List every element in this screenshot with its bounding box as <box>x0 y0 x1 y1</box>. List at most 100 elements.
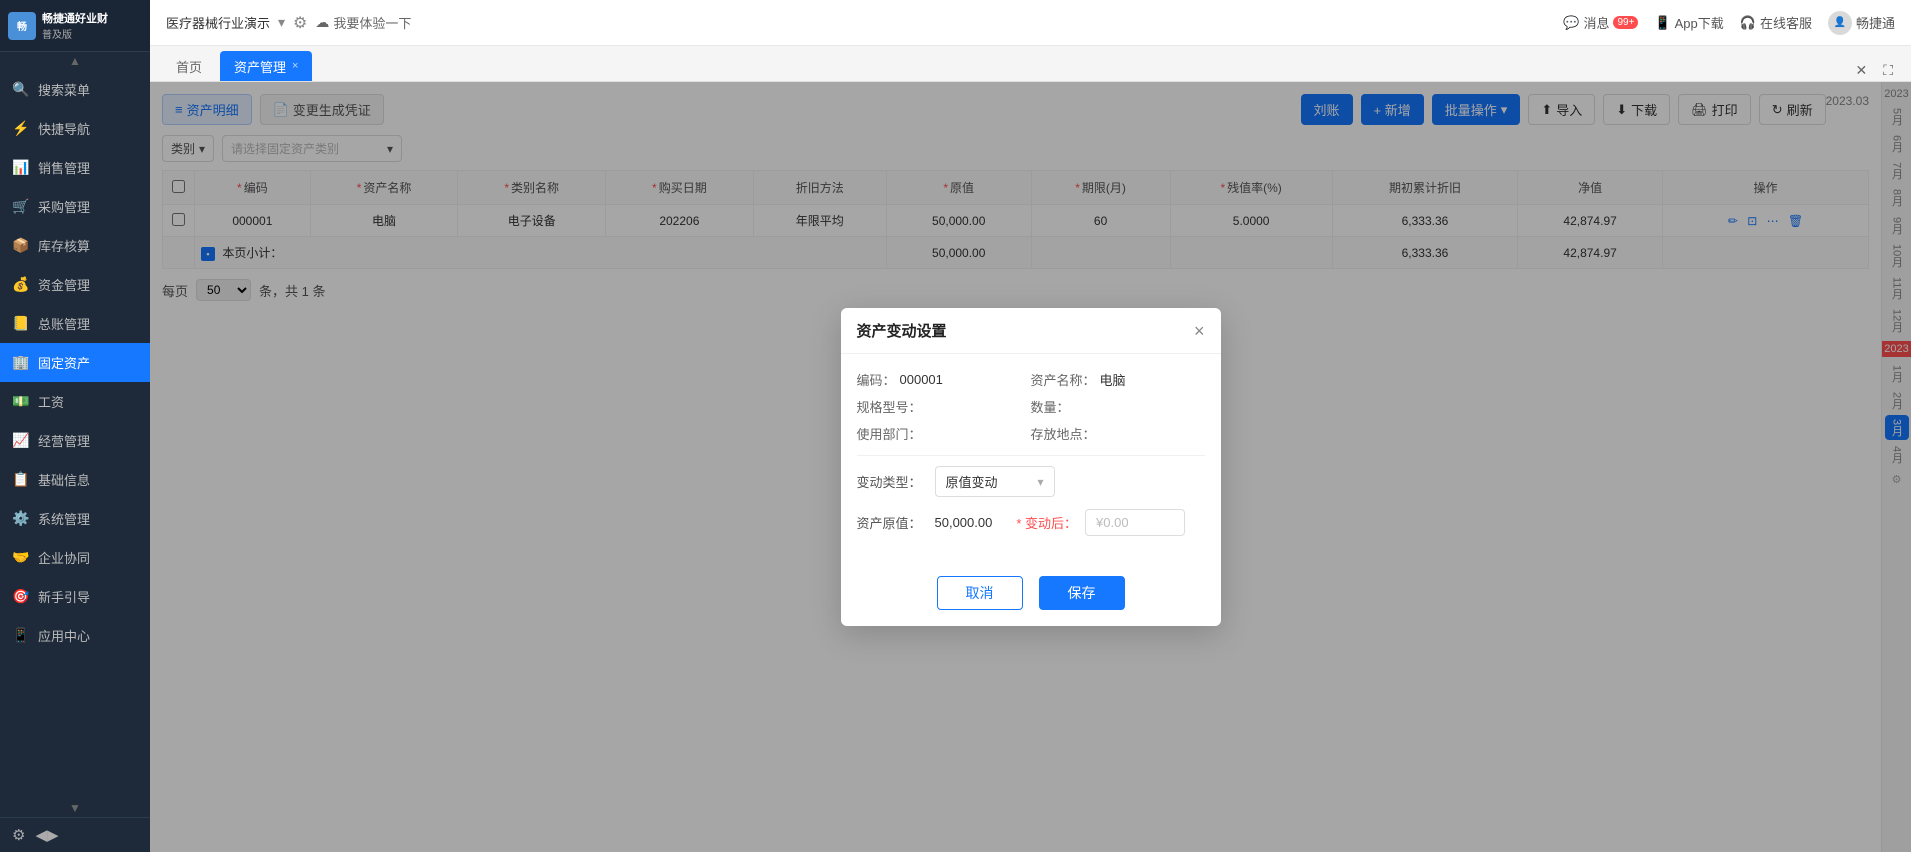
modal-dept-label: 使用部门： <box>857 424 922 443</box>
messages-label: 消息 <box>1583 13 1609 32</box>
company-name[interactable]: 医疗器械行业演示 <box>166 13 270 32</box>
username-label: 畅捷通 <box>1856 13 1895 32</box>
scroll-down-button[interactable]: ▼ <box>69 801 81 815</box>
modal-value-row: 资产原值： 50,000.00 * 变动后： <box>857 509 1205 536</box>
message-icon: 💬 <box>1563 15 1579 31</box>
sidebar-item-quick-nav[interactable]: ⚡ 快捷导航 <box>0 109 150 148</box>
payroll-icon: 💵 <box>12 393 30 411</box>
sidebar-item-system[interactable]: ⚙️ 系统管理 <box>0 499 150 538</box>
dropdown-arrow-icon[interactable]: ▾ <box>278 14 285 31</box>
modal-quantity-row: 数量： <box>1031 397 1205 416</box>
modal-close-button[interactable]: × <box>1194 322 1205 340</box>
modal-spec-label: 规格型号： <box>857 397 922 416</box>
search-icon: 🔍 <box>12 81 30 99</box>
sidebar-label-purchase: 采购管理 <box>38 197 90 216</box>
fixed-assets-icon: 🏢 <box>12 354 30 372</box>
tab-asset-management[interactable]: 资产管理 × <box>220 51 312 81</box>
sidebar-item-basic-info[interactable]: 📋 基础信息 <box>0 460 150 499</box>
sidebar-label-system: 系统管理 <box>38 509 90 528</box>
scroll-down-area: ▼ <box>0 799 150 817</box>
modal-change-type-value: 原值变动 <box>946 472 998 491</box>
main-area: 医疗器械行业演示 ▾ ⚙ ☁ 我要体验一下 💬 消息 99+ 📱 App下载 🎧… <box>150 0 1911 852</box>
system-icon: ⚙️ <box>12 510 30 528</box>
modal-spec-row: 规格型号： <box>857 397 1031 416</box>
modal-change-type-row: 变动类型： 原值变动 ▾ <box>857 466 1205 497</box>
tab-home[interactable]: 首页 <box>162 51 216 81</box>
sidebar-item-app-center[interactable]: 📱 应用中心 <box>0 616 150 655</box>
modal-name-row: 资产名称： 电脑 <box>1031 370 1205 389</box>
window-close-button[interactable]: ✕ <box>1849 60 1873 81</box>
sidebar-footer: ⚙ ◀▶ <box>0 817 150 852</box>
modal-original-value-label: 资产原值： <box>857 513 927 532</box>
modal-header: 资产变动设置 × <box>841 308 1221 354</box>
messages-badge: 99+ <box>1613 16 1638 29</box>
sidebar-item-purchase[interactable]: 🛒 采购管理 <box>0 187 150 226</box>
sidebar-label-finance: 资金管理 <box>38 275 90 294</box>
topbar-left: 医疗器械行业演示 ▾ ⚙ ☁ 我要体验一下 <box>166 13 1551 33</box>
change-type-chevron-icon: ▾ <box>1037 475 1043 489</box>
window-controls: ✕ ⛶ <box>1849 60 1899 81</box>
sidebar: 畅 畅捷通好业财 普及版 ▲ 🔍 搜索菜单 ⚡ 快捷导航 📊 销售管理 🛒 采购… <box>0 0 150 852</box>
enterprise-icon: 🤝 <box>12 549 30 567</box>
basic-info-icon: 📋 <box>12 471 30 489</box>
sidebar-label-inventory: 库存核算 <box>38 236 90 255</box>
sidebar-label-search: 搜索菜单 <box>38 80 90 99</box>
experience-button[interactable]: ☁ 我要体验一下 <box>315 13 411 32</box>
collapse-icon[interactable]: ◀▶ <box>35 826 58 844</box>
logo-main-text: 畅捷通好业财 <box>42 10 108 26</box>
modal-after-change-input[interactable] <box>1085 509 1185 536</box>
modal-cancel-button[interactable]: 取消 <box>937 576 1023 610</box>
ledger-icon: 📒 <box>12 315 30 333</box>
sidebar-item-fixed-assets[interactable]: 🏢 固定资产 <box>0 343 150 382</box>
app-download-button[interactable]: 📱 App下载 <box>1654 13 1723 32</box>
modal-location-label: 存放地点： <box>1031 424 1096 443</box>
sidebar-header: 畅 畅捷通好业财 普及版 <box>0 0 150 52</box>
finance-icon: 💰 <box>12 276 30 294</box>
window-maximize-button[interactable]: ⛶ <box>1877 60 1899 81</box>
purchase-icon: 🛒 <box>12 198 30 216</box>
sidebar-label-guide: 新手引导 <box>38 587 90 606</box>
sidebar-item-sales[interactable]: 📊 销售管理 <box>0 148 150 187</box>
sidebar-item-enterprise[interactable]: 🤝 企业协同 <box>0 538 150 577</box>
logo-icon: 畅 <box>8 12 36 40</box>
sidebar-item-search[interactable]: 🔍 搜索菜单 <box>0 70 150 109</box>
scroll-up-button[interactable]: ▲ <box>69 54 81 68</box>
sidebar-item-finance[interactable]: 💰 资金管理 <box>0 265 150 304</box>
user-avatar: 👤 <box>1828 11 1852 35</box>
modal-location-row: 存放地点： <box>1031 424 1205 443</box>
sidebar-nav: 🔍 搜索菜单 ⚡ 快捷导航 📊 销售管理 🛒 采购管理 📦 库存核算 💰 资金管… <box>0 70 150 799</box>
modal-name-value: 电脑 <box>1100 370 1126 389</box>
modal-change-type-select[interactable]: 原值变动 ▾ <box>935 466 1055 497</box>
headset-icon: 🎧 <box>1740 15 1756 31</box>
modal-body: 编码： 000001 资产名称： 电脑 规格型号： 数量： <box>841 354 1221 564</box>
modal-overlay: 资产变动设置 × 编码： 000001 资产名称： 电脑 <box>150 82 1911 852</box>
sidebar-label-quick-nav: 快捷导航 <box>38 119 90 138</box>
sidebar-item-inventory[interactable]: 📦 库存核算 <box>0 226 150 265</box>
modal-save-button[interactable]: 保存 <box>1039 576 1125 610</box>
content-area: 2023.03 ≡ 资产明细 📄 变更生成凭证 刘账 <box>150 82 1911 852</box>
tabs-bar: 首页 资产管理 × ✕ ⛶ <box>150 46 1911 82</box>
online-service-button[interactable]: 🎧 在线客服 <box>1740 13 1812 32</box>
sidebar-item-payroll[interactable]: 💵 工资 <box>0 382 150 421</box>
messages-button[interactable]: 💬 消息 99+ <box>1563 13 1638 32</box>
sidebar-label-ledger: 总账管理 <box>38 314 90 333</box>
asset-change-modal: 资产变动设置 × 编码： 000001 资产名称： 电脑 <box>841 308 1221 626</box>
tab-home-label: 首页 <box>176 57 202 76</box>
tab-close-icon[interactable]: × <box>292 60 298 72</box>
sidebar-item-guide[interactable]: 🎯 新手引导 <box>0 577 150 616</box>
app-download-label: App下载 <box>1675 13 1724 32</box>
modal-after-change-label: * 变动后： <box>1016 513 1077 532</box>
experience-label: 我要体验一下 <box>333 13 411 32</box>
quicknav-icon: ⚡ <box>12 120 30 138</box>
phone-icon: 📱 <box>1654 15 1670 31</box>
operations-icon: 📈 <box>12 432 30 450</box>
sidebar-label-fixed-assets: 固定资产 <box>38 353 90 372</box>
logo-text: 畅捷通好业财 普及版 <box>42 10 108 41</box>
settings-gear-icon[interactable]: ⚙ <box>293 13 307 33</box>
sidebar-item-operations[interactable]: 📈 经营管理 <box>0 421 150 460</box>
sidebar-item-ledger[interactable]: 📒 总账管理 <box>0 304 150 343</box>
inventory-icon: 📦 <box>12 237 30 255</box>
user-menu[interactable]: 👤 畅捷通 <box>1828 11 1895 35</box>
sidebar-label-payroll: 工资 <box>38 392 64 411</box>
settings-icon[interactable]: ⚙ <box>12 826 25 844</box>
